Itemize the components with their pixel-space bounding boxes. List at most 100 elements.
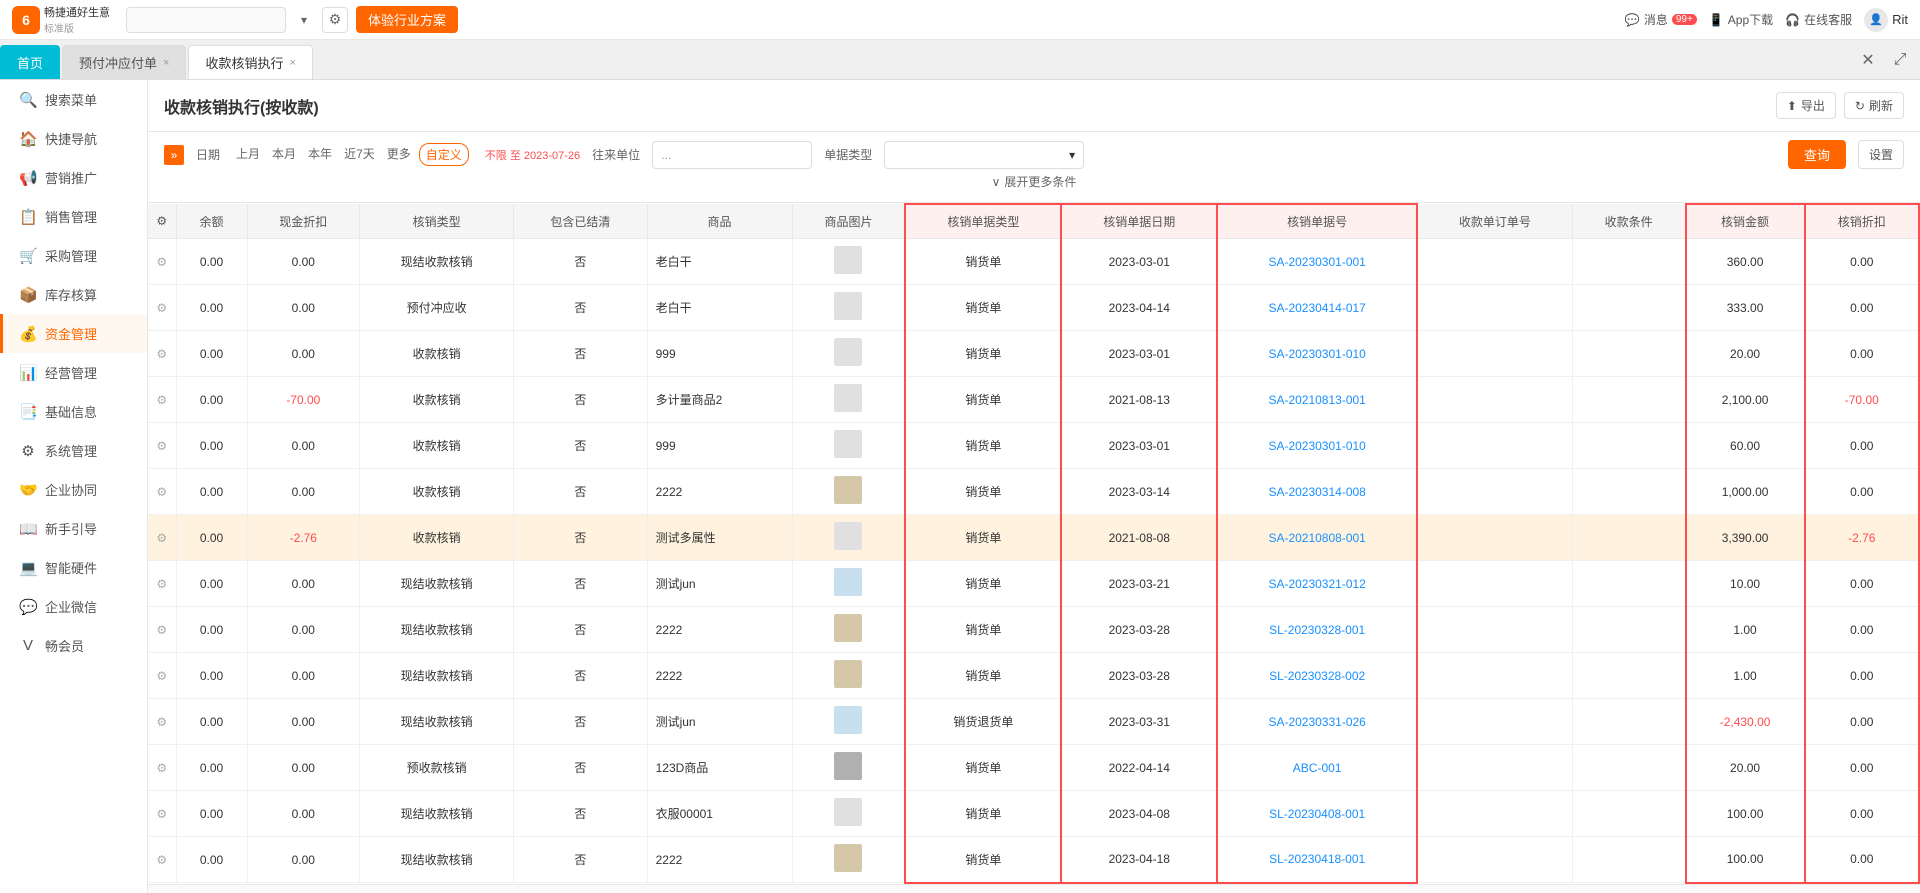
table-row[interactable]: ⚙ 0.00 0.00 现结收款核销 否 测试jun 销货单 2023-03-2… xyxy=(148,561,1919,607)
filter-expand-button[interactable]: » xyxy=(164,145,184,165)
tab-home[interactable]: 首页 xyxy=(0,45,60,79)
sidebar-item-3[interactable]: 📋销售管理 xyxy=(0,197,147,236)
expand-more-button[interactable]: ∨ 展开更多条件 xyxy=(992,173,1077,190)
export-button[interactable]: ⬆ 导出 xyxy=(1776,92,1836,119)
writeoff-no-link[interactable]: SA-20230301-001 xyxy=(1268,255,1365,269)
writeoff-no-link[interactable]: SA-20230301-010 xyxy=(1268,439,1365,453)
date-custom[interactable]: 自定义 xyxy=(419,143,469,166)
cell-writeoff-type: 现结收款核销 xyxy=(360,791,514,837)
cell-goods: 999 xyxy=(647,423,792,469)
dropdown-icon[interactable]: ▾ xyxy=(294,10,314,30)
cell-writeoff-no[interactable]: ABC-001 xyxy=(1217,745,1417,791)
table-row[interactable]: ⚙ 0.00 0.00 预收款核销 否 123D商品 销货单 2022-04-1… xyxy=(148,745,1919,791)
sidebar-item-8[interactable]: 📑基础信息 xyxy=(0,392,147,431)
cell-writeoff-no[interactable]: SA-20210808-001 xyxy=(1217,515,1417,561)
date-7days[interactable]: 近7天 xyxy=(340,143,379,166)
message-btn[interactable]: 💬 消息 99+ xyxy=(1625,11,1697,28)
cell-writeoff-no[interactable]: SA-20210813-001 xyxy=(1217,377,1417,423)
sidebar-item-11[interactable]: 📖新手引导 xyxy=(0,509,147,548)
col-settings[interactable]: ⚙ xyxy=(148,204,176,239)
writeoff-no-link[interactable]: SA-20210808-001 xyxy=(1268,531,1365,545)
table-row[interactable]: ⚙ 0.00 -70.00 收款核销 否 多计量商品2 销货单 2021-08-… xyxy=(148,377,1919,423)
table-row[interactable]: ⚙ 0.00 -2.76 收款核销 否 测试多属性 销货单 2021-08-08… xyxy=(148,515,1919,561)
table-row[interactable]: ⚙ 0.00 0.00 预付冲应收 否 老白干 销货单 2023-04-14 S… xyxy=(148,285,1919,331)
user-area[interactable]: 👤 Rit xyxy=(1864,8,1908,32)
cell-writeoff-no[interactable]: SL-20230408-001 xyxy=(1217,791,1417,837)
tab-writeoff[interactable]: 收款核销执行 × xyxy=(188,45,312,79)
tab-home-label: 首页 xyxy=(17,53,43,72)
avatar: 👤 xyxy=(1864,8,1888,32)
cell-writeoff-discount: 0.00 xyxy=(1805,791,1919,837)
sidebar-item-6[interactable]: 💰资金管理 xyxy=(0,314,147,353)
sidebar-item-2[interactable]: 📢营销推广 xyxy=(0,158,147,197)
writeoff-no-link[interactable]: SL-20230328-002 xyxy=(1269,669,1365,683)
writeoff-no-link[interactable]: SA-20230331-026 xyxy=(1268,715,1365,729)
cell-writeoff-no[interactable]: SA-20230414-017 xyxy=(1217,285,1417,331)
sidebar-item-7[interactable]: 📊经营管理 xyxy=(0,353,147,392)
tab-prepay-close[interactable]: × xyxy=(163,57,169,69)
cell-writeoff-no[interactable]: SL-20230328-001 xyxy=(1217,607,1417,653)
writeoff-no-link[interactable]: SA-20210813-001 xyxy=(1268,393,1365,407)
cell-writeoff-discount: 0.00 xyxy=(1805,837,1919,883)
tab-close-all-icon[interactable]: ✕ xyxy=(1856,48,1880,72)
table-row[interactable]: ⚙ 0.00 0.00 收款核销 否 999 销货单 2023-03-01 SA… xyxy=(148,331,1919,377)
sidebar-item-14[interactable]: V畅会员 xyxy=(0,626,147,665)
date-label: 日期 xyxy=(196,146,220,163)
table-row[interactable]: ⚙ 0.00 0.00 现结收款核销 否 2222 销货单 2023-04-18… xyxy=(148,837,1919,883)
trial-button[interactable]: 体验行业方案 xyxy=(356,6,458,33)
sidebar-item-5[interactable]: 📦库存核算 xyxy=(0,275,147,314)
top-bar-search-input[interactable] xyxy=(126,7,286,33)
cell-writeoff-no[interactable]: SA-20230321-012 xyxy=(1217,561,1417,607)
writeoff-no-link[interactable]: SA-20230414-017 xyxy=(1268,301,1365,315)
table-row[interactable]: ⚙ 0.00 0.00 现结收款核销 否 衣服00001 销货单 2023-04… xyxy=(148,791,1919,837)
settings-icon[interactable]: ⚙ xyxy=(322,7,348,33)
counterparty-select[interactable]: ... xyxy=(652,141,812,169)
tab-writeoff-close[interactable]: × xyxy=(289,57,295,69)
table-row[interactable]: ⚙ 0.00 0.00 现结收款核销 否 2222 销货单 2023-03-28… xyxy=(148,607,1919,653)
table-row[interactable]: ⚙ 0.00 0.00 现结收款核销 否 测试jun 销货退货单 2023-03… xyxy=(148,699,1919,745)
cell-goods-img xyxy=(792,423,905,469)
app-download-label: App下载 xyxy=(1728,11,1773,28)
cell-writeoff-no[interactable]: SA-20230331-026 xyxy=(1217,699,1417,745)
query-button[interactable]: 查询 xyxy=(1788,140,1846,169)
sidebar-item-13[interactable]: 💬企业微信 xyxy=(0,587,147,626)
cell-writeoff-no[interactable]: SA-20230301-010 xyxy=(1217,423,1417,469)
cell-writeoff-no[interactable]: SA-20230314-008 xyxy=(1217,469,1417,515)
cell-writeoff-no[interactable]: SA-20230301-001 xyxy=(1217,239,1417,285)
table-row[interactable]: ⚙ 0.00 0.00 收款核销 否 2222 销货单 2023-03-14 S… xyxy=(148,469,1919,515)
tab-expand-icon[interactable]: ⤢ xyxy=(1888,48,1912,72)
table-row[interactable]: ⚙ 0.00 0.00 现结收款核销 否 2222 销货单 2023-03-28… xyxy=(148,653,1919,699)
writeoff-no-link[interactable]: SA-20230314-008 xyxy=(1268,485,1365,499)
tab-prepay[interactable]: 预付冲应付单 × xyxy=(62,45,186,79)
filter-setting-button[interactable]: 设置 xyxy=(1858,140,1904,169)
cell-writeoff-no[interactable]: SL-20230418-001 xyxy=(1217,837,1417,883)
table-row[interactable]: ⚙ 0.00 0.00 收款核销 否 999 销货单 2023-03-01 SA… xyxy=(148,423,1919,469)
cell-include-settled: 否 xyxy=(514,791,647,837)
date-this-month[interactable]: 本月 xyxy=(268,143,300,166)
writeoff-no-link[interactable]: SL-20230408-001 xyxy=(1269,807,1365,821)
writeoff-no-link[interactable]: SL-20230418-001 xyxy=(1269,852,1365,866)
cell-writeoff-no[interactable]: SA-20230301-010 xyxy=(1217,331,1417,377)
sidebar-item-0[interactable]: 🔍搜索菜单 xyxy=(0,80,147,119)
sidebar-item-12[interactable]: 💻智能硬件 xyxy=(0,548,147,587)
date-this-year[interactable]: 本年 xyxy=(304,143,336,166)
writeoff-no-link[interactable]: SL-20230328-001 xyxy=(1269,623,1365,637)
online-service-btn[interactable]: 🎧 在线客服 xyxy=(1785,11,1852,28)
cell-balance: 0.00 xyxy=(176,423,247,469)
writeoff-no-link[interactable]: SA-20230301-010 xyxy=(1268,347,1365,361)
date-more[interactable]: 更多 xyxy=(383,143,415,166)
sidebar-item-1[interactable]: 🏠快捷导航 xyxy=(0,119,147,158)
writeoff-no-link[interactable]: SA-20230321-012 xyxy=(1268,577,1365,591)
refresh-button[interactable]: ↻ 刷新 xyxy=(1844,92,1904,119)
table-area[interactable]: ⚙ 余额 现金折扣 核销类型 包含已结清 商品 商品图片 核销单据类型 核销单据… xyxy=(148,203,1920,893)
sidebar-item-10[interactable]: 🤝企业协同 xyxy=(0,470,147,509)
writeoff-no-link[interactable]: ABC-001 xyxy=(1293,761,1342,775)
date-last-month[interactable]: 上月 xyxy=(232,143,264,166)
sidebar-item-9[interactable]: ⚙系统管理 xyxy=(0,431,147,470)
cell-writeoff-no[interactable]: SL-20230328-002 xyxy=(1217,653,1417,699)
cell-settings: ⚙ xyxy=(148,239,176,285)
voucher-type-select[interactable]: ▾ xyxy=(884,141,1084,169)
app-download-btn[interactable]: 📱 App下载 xyxy=(1709,11,1773,28)
table-row[interactable]: ⚙ 0.00 0.00 现结收款核销 否 老白干 销货单 2023-03-01 … xyxy=(148,239,1919,285)
sidebar-item-4[interactable]: 🛒采购管理 xyxy=(0,236,147,275)
